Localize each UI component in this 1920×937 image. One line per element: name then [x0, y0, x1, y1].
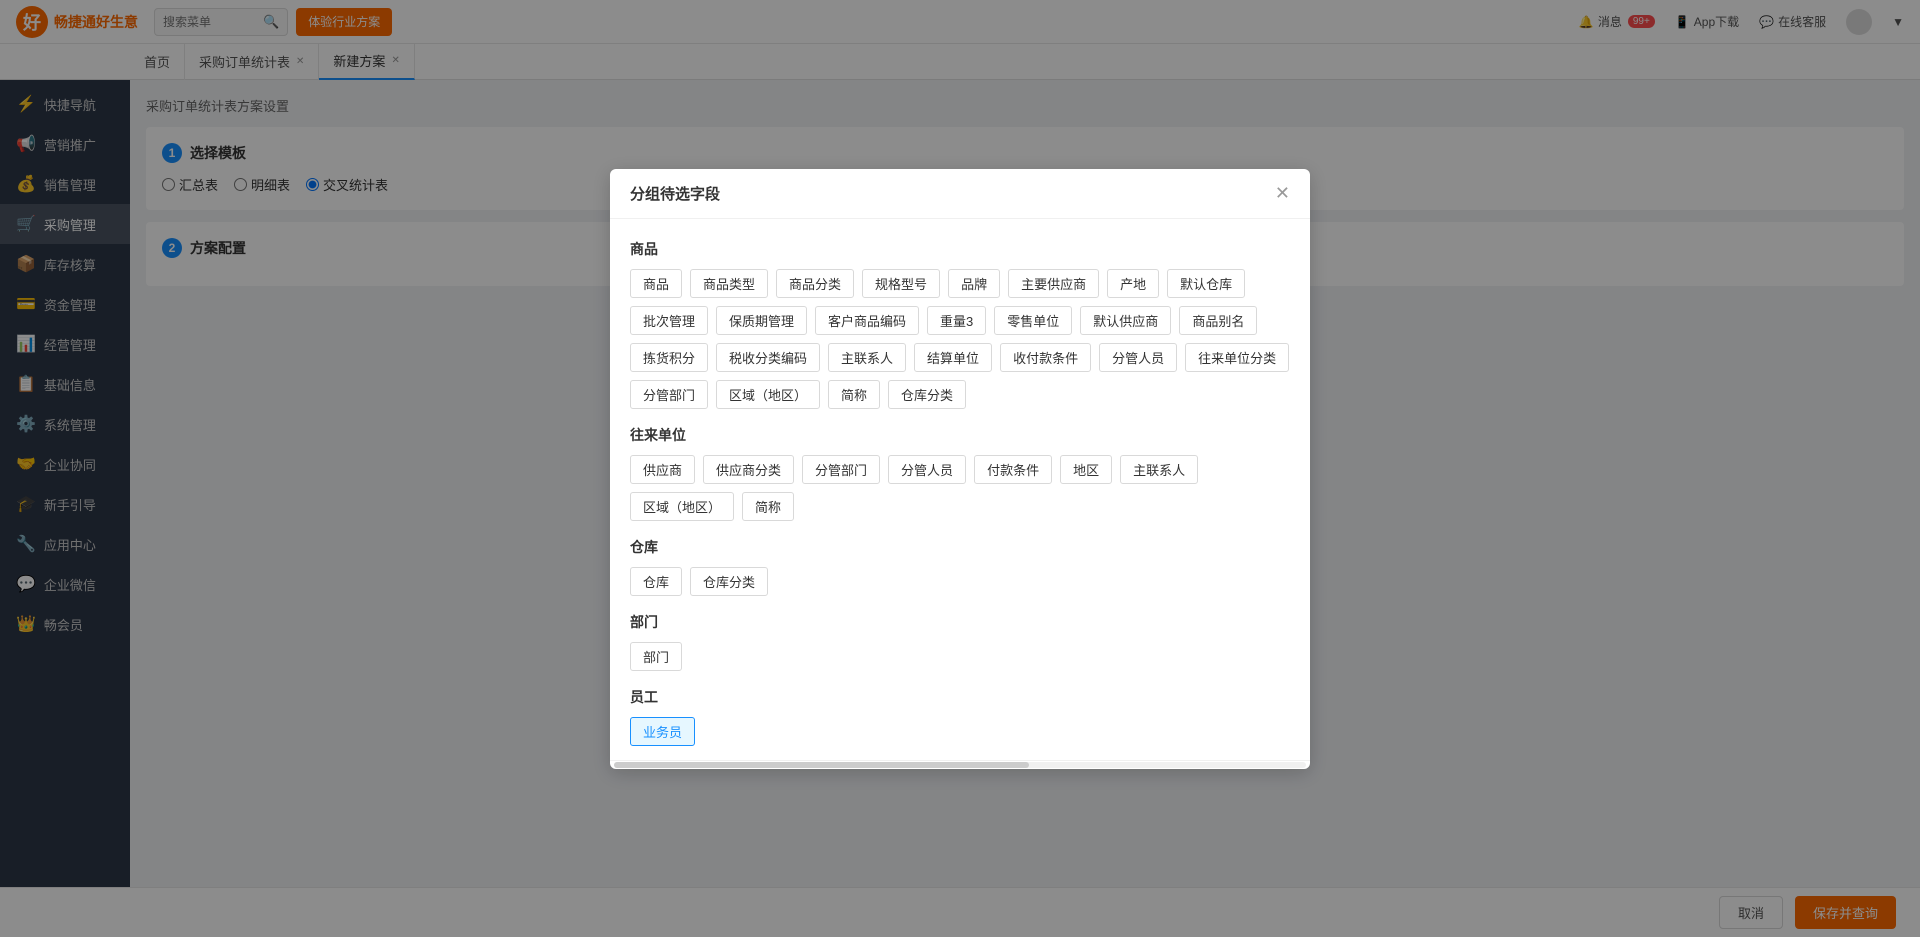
tag-grid-product: 商品 商品类型 商品分类 规格型号 品牌 主要供应商 产地 默认仓库 批次管理 …	[630, 269, 1290, 409]
tag-wh-category[interactable]: 仓库分类	[690, 567, 768, 596]
tag-cp-payment[interactable]: 付款条件	[974, 455, 1052, 484]
section-title-dept: 部门	[630, 612, 1290, 632]
tag-product-retail-unit[interactable]: 零售单位	[994, 306, 1072, 335]
modal-title: 分组待选字段	[630, 183, 720, 204]
tag-cp-supplier[interactable]: 供应商	[630, 455, 695, 484]
tag-product-weight[interactable]: 重量3	[927, 306, 986, 335]
modal-body: 商品 商品 商品类型 商品分类 规格型号 品牌 主要供应商 产地 默认仓库 批次…	[610, 219, 1310, 761]
tag-grid-dept: 部门	[630, 642, 1290, 671]
tag-product-warehouse-cat[interactable]: 仓库分类	[888, 380, 966, 409]
tag-product-pick-points[interactable]: 拣货积分	[630, 343, 708, 372]
tag-product-category[interactable]: 商品分类	[776, 269, 854, 298]
tag-product-brand[interactable]: 品牌	[948, 269, 1000, 298]
tag-staff-salesperson[interactable]: 业务员	[630, 717, 695, 746]
tag-grid-staff: 业务员	[630, 717, 1290, 746]
section-title-counterpart: 往来单位	[630, 425, 1290, 445]
tag-cp-manager[interactable]: 分管人员	[888, 455, 966, 484]
tag-product-batch[interactable]: 批次管理	[630, 306, 708, 335]
modal-scrollbar-track	[614, 762, 1306, 768]
tag-product-region[interactable]: 区域（地区）	[716, 380, 820, 409]
tag-cp-area[interactable]: 区域（地区）	[630, 492, 734, 521]
tag-product-default-supplier[interactable]: 默认供应商	[1080, 306, 1171, 335]
tag-wh-warehouse[interactable]: 仓库	[630, 567, 682, 596]
tag-product-main-supplier[interactable]: 主要供应商	[1008, 269, 1099, 298]
tag-cp-dept[interactable]: 分管部门	[802, 455, 880, 484]
tag-product-tax-code[interactable]: 税收分类编码	[716, 343, 820, 372]
tag-product-spec[interactable]: 规格型号	[862, 269, 940, 298]
section-title-warehouse: 仓库	[630, 537, 1290, 557]
tag-product-abbr[interactable]: 简称	[828, 380, 880, 409]
tag-product-type[interactable]: 商品类型	[690, 269, 768, 298]
tag-grid-counterpart: 供应商 供应商分类 分管部门 分管人员 付款条件 地区 主联系人 区域（地区） …	[630, 455, 1290, 521]
tag-cp-contact[interactable]: 主联系人	[1120, 455, 1198, 484]
tag-product-customer-code[interactable]: 客户商品编码	[815, 306, 919, 335]
section-title-staff: 员工	[630, 687, 1290, 707]
section-title-product: 商品	[630, 239, 1290, 259]
tag-grid-warehouse: 仓库 仓库分类	[630, 567, 1290, 596]
tag-product-dept[interactable]: 分管部门	[630, 380, 708, 409]
tag-cp-abbr[interactable]: 简称	[742, 492, 794, 521]
modal-scrollbar-thumb	[614, 762, 1029, 768]
tag-product-counterpart-category[interactable]: 往来单位分类	[1185, 343, 1289, 372]
tag-cp-supplier-cat[interactable]: 供应商分类	[703, 455, 794, 484]
tag-product-origin[interactable]: 产地	[1107, 269, 1159, 298]
modal-close-button[interactable]: ✕	[1275, 184, 1290, 202]
tag-product-manager[interactable]: 分管人员	[1099, 343, 1177, 372]
modal-header: 分组待选字段 ✕	[610, 169, 1310, 219]
tag-product-alias[interactable]: 商品别名	[1179, 306, 1257, 335]
tag-dept-dept[interactable]: 部门	[630, 642, 682, 671]
tag-product-expiry[interactable]: 保质期管理	[716, 306, 807, 335]
tag-cp-region[interactable]: 地区	[1060, 455, 1112, 484]
tag-product-payment-terms[interactable]: 收付款条件	[1000, 343, 1091, 372]
tag-product-product[interactable]: 商品	[630, 269, 682, 298]
tag-product-contact[interactable]: 主联系人	[828, 343, 906, 372]
modal-dialog: 分组待选字段 ✕ 商品 商品 商品类型 商品分类 规格型号 品牌 主要供应商 产…	[610, 169, 1310, 769]
tag-product-settlement-unit[interactable]: 结算单位	[914, 343, 992, 372]
tag-product-default-warehouse[interactable]: 默认仓库	[1167, 269, 1245, 298]
modal-scrollbar[interactable]	[610, 760, 1310, 768]
modal-overlay[interactable]: 分组待选字段 ✕ 商品 商品 商品类型 商品分类 规格型号 品牌 主要供应商 产…	[0, 0, 1920, 937]
